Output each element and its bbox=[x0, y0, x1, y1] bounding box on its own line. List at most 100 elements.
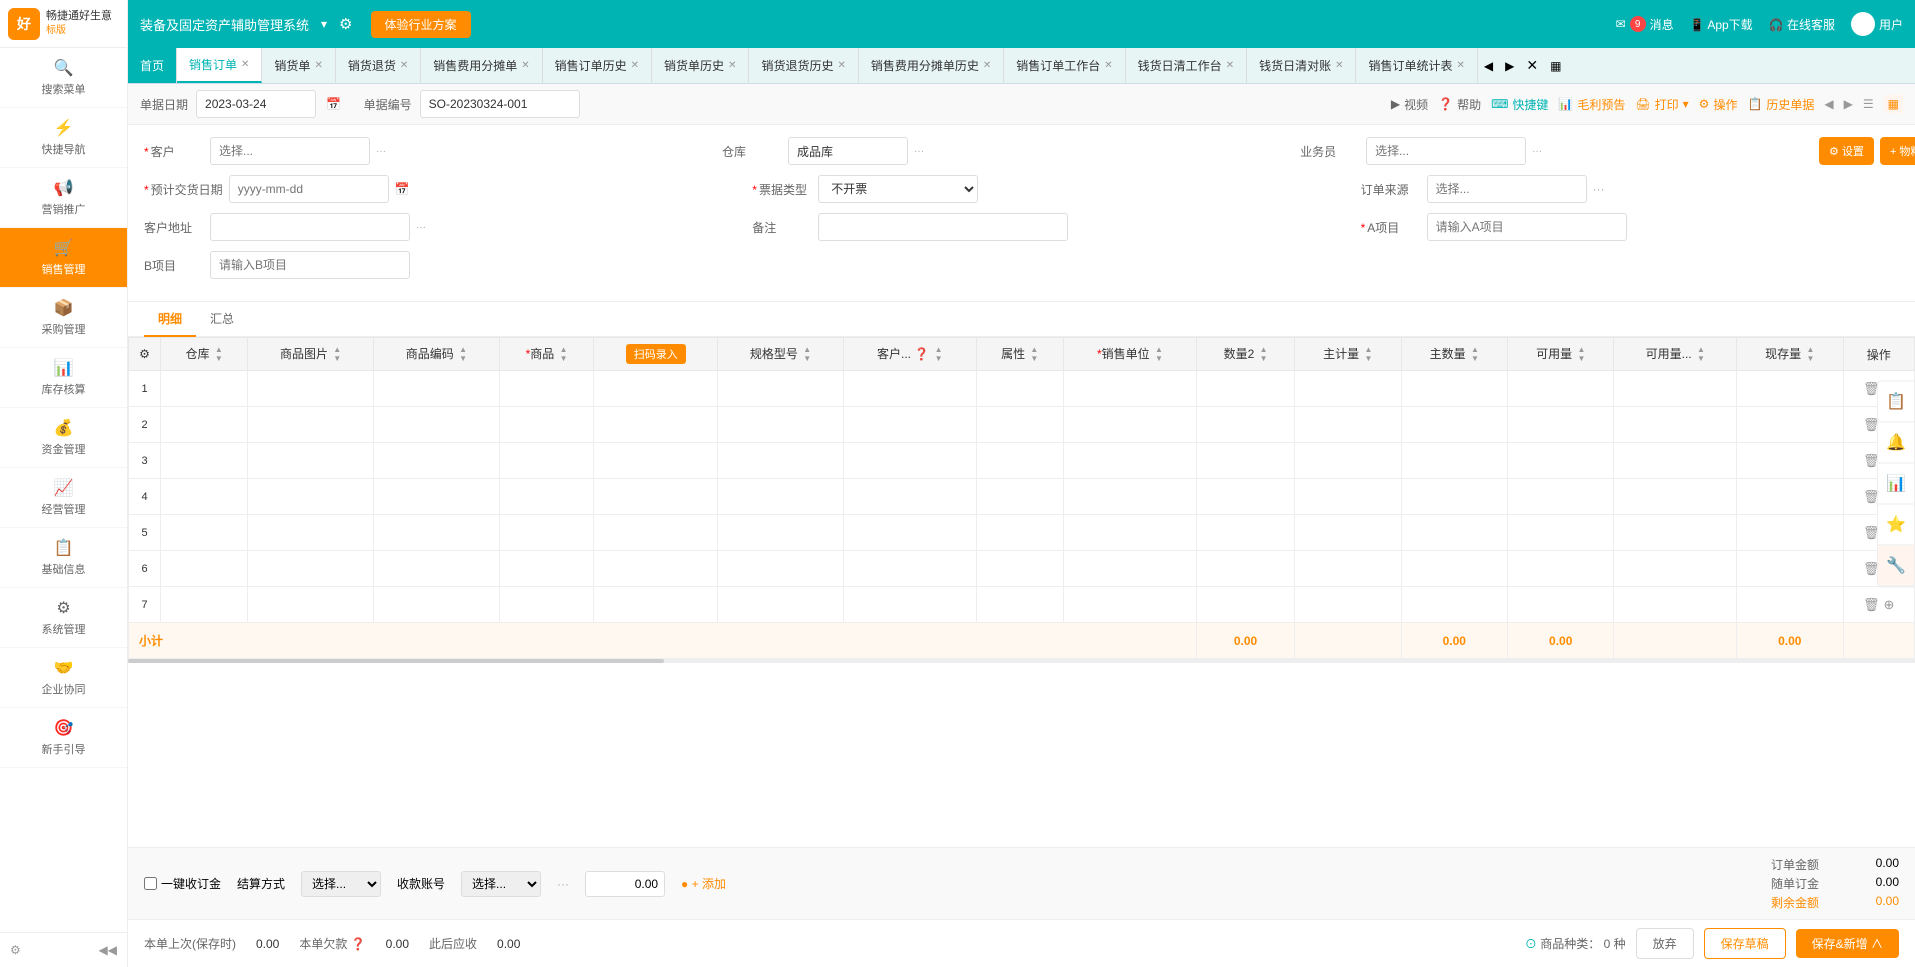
tab-sales-order[interactable]: 销售订单 ✕ bbox=[177, 48, 262, 83]
row-qty2-5[interactable] bbox=[1197, 515, 1295, 551]
side-icon-4[interactable]: ⭐ bbox=[1878, 504, 1914, 545]
row-product-code-5[interactable] bbox=[373, 515, 499, 551]
row-spec-3[interactable] bbox=[718, 443, 844, 479]
delivery-calendar-icon[interactable]: 📅 bbox=[395, 182, 410, 196]
print-toolbar-item[interactable]: 🖨 打印 ▾ bbox=[1635, 96, 1688, 113]
tab-close-icon[interactable]: ✕ bbox=[1226, 60, 1234, 71]
staff-input[interactable] bbox=[1366, 137, 1526, 165]
row-main-qty-2[interactable] bbox=[1401, 407, 1507, 443]
row-warehouse-4[interactable] bbox=[161, 479, 248, 515]
add-row-btn[interactable]: ● + 添加 bbox=[681, 875, 726, 892]
row-main-qty-4[interactable] bbox=[1401, 479, 1507, 515]
row-main-qty-1[interactable] bbox=[1401, 371, 1507, 407]
col-warehouse[interactable]: 仓库 ▲▼ bbox=[161, 338, 248, 371]
help-toolbar-item[interactable]: ❓ 帮助 bbox=[1438, 96, 1481, 113]
row-warehouse-1[interactable] bbox=[161, 371, 248, 407]
row-product-2[interactable] bbox=[499, 407, 594, 443]
app-download-btn[interactable]: 📱 App下载 bbox=[1690, 16, 1753, 33]
account-dots[interactable]: ··· bbox=[557, 877, 569, 891]
col-product[interactable]: *商品 ▲▼ bbox=[499, 338, 594, 371]
col-main-unit[interactable]: 主计量 ▲▼ bbox=[1295, 338, 1401, 371]
sidebar-item-collab[interactable]: 🤝 企业协同 bbox=[0, 648, 127, 708]
row-product-code-4[interactable] bbox=[373, 479, 499, 515]
tab-sales-fee-split[interactable]: 销售费用分摊单 ✕ bbox=[421, 48, 542, 83]
col-customer-code[interactable]: 客户... ❓ ▲▼ bbox=[843, 338, 976, 371]
b-project-input[interactable] bbox=[210, 251, 410, 279]
date-input[interactable] bbox=[196, 90, 316, 118]
row-customer-code-3[interactable] bbox=[843, 443, 976, 479]
address-input[interactable] bbox=[210, 213, 410, 241]
sidebar-item-inventory[interactable]: 📊 库存核算 bbox=[0, 348, 127, 408]
sidebar-item-marketing[interactable]: 📢 营销推广 bbox=[0, 168, 127, 228]
row-warehouse-3[interactable] bbox=[161, 443, 248, 479]
nav-next-icon[interactable]: ▶ bbox=[1844, 97, 1853, 111]
doc-no-input[interactable] bbox=[420, 90, 580, 118]
row-main-qty-6[interactable] bbox=[1401, 551, 1507, 587]
scan-btn[interactable]: 扫码录入 bbox=[626, 344, 686, 364]
tab-close-icon[interactable]: ✕ bbox=[1335, 60, 1343, 71]
user-avatar[interactable]: 用户 bbox=[1851, 12, 1903, 36]
col-available2[interactable]: 可用量... ▲▼ bbox=[1614, 338, 1737, 371]
sidebar-item-purchase[interactable]: 📦 采购管理 bbox=[0, 288, 127, 348]
col-product-code[interactable]: 商品编码 ▲▼ bbox=[373, 338, 499, 371]
row-main-qty-5[interactable] bbox=[1401, 515, 1507, 551]
row-product-1[interactable] bbox=[499, 371, 594, 407]
message-btn[interactable]: ✉ 9 消息 bbox=[1616, 16, 1674, 33]
tab-close-icon[interactable]: ✕ bbox=[241, 59, 249, 70]
tab-sales-workbench[interactable]: 销售订单工作台 ✕ bbox=[1004, 48, 1125, 83]
tab-close-icon[interactable]: ✕ bbox=[400, 60, 408, 71]
sidebar-item-search[interactable]: 🔍 搜索菜单 bbox=[0, 48, 127, 108]
row-product-code-3[interactable] bbox=[373, 443, 499, 479]
row-product-code-1[interactable] bbox=[373, 371, 499, 407]
add-material-button[interactable]: + 物料 bbox=[1880, 137, 1915, 165]
row-product-4[interactable] bbox=[499, 479, 594, 515]
tab-summary[interactable]: 汇总 bbox=[196, 302, 248, 337]
quick-checkout-checkbox[interactable] bbox=[144, 877, 157, 890]
row-sales-unit-7[interactable] bbox=[1063, 587, 1196, 623]
side-icon-1[interactable]: 📋 bbox=[1878, 381, 1914, 422]
amount-input[interactable] bbox=[585, 871, 665, 897]
row-sales-unit-2[interactable] bbox=[1063, 407, 1196, 443]
a-project-input[interactable] bbox=[1427, 213, 1627, 241]
industry-plan-button[interactable]: 体验行业方案 bbox=[371, 11, 471, 38]
row-delete-7[interactable]: 🗑 bbox=[1863, 597, 1880, 613]
settings-icon[interactable]: ⚙ bbox=[10, 943, 21, 957]
row-warehouse-2[interactable] bbox=[161, 407, 248, 443]
sidebar-item-sales[interactable]: 🛒 销售管理 bbox=[0, 228, 127, 288]
col-sales-unit[interactable]: *销售单位 ▲▼ bbox=[1063, 338, 1196, 371]
tab-detail[interactable]: 明细 bbox=[144, 302, 196, 337]
tab-close-icon[interactable]: ✕ bbox=[983, 60, 991, 71]
save-new-button[interactable]: 保存&新增 ∧ bbox=[1796, 929, 1899, 958]
collapse-icon[interactable]: ◀◀ bbox=[99, 943, 117, 957]
order-source-input[interactable] bbox=[1427, 175, 1587, 203]
row-customer-code-5[interactable] bbox=[843, 515, 976, 551]
discard-button[interactable]: 放弃 bbox=[1636, 928, 1694, 959]
col-product-img[interactable]: 商品图片 ▲▼ bbox=[248, 338, 374, 371]
row-customer-code-2[interactable] bbox=[843, 407, 976, 443]
row-attribute-2[interactable] bbox=[976, 407, 1063, 443]
invoice-select[interactable]: 不开票 增值税普通发票 增值税专用发票 bbox=[818, 175, 978, 203]
col-available[interactable]: 可用量 ▲▼ bbox=[1507, 338, 1613, 371]
tab-close-icon[interactable]: ✕ bbox=[521, 60, 529, 71]
tab-fee-split-history[interactable]: 销售费用分摊单历史 ✕ bbox=[859, 48, 1004, 83]
row-spec-1[interactable] bbox=[718, 371, 844, 407]
list-view-icon[interactable]: ☰ bbox=[1863, 97, 1874, 111]
sidebar-item-quicknav[interactable]: ⚡ 快捷导航 bbox=[0, 108, 127, 168]
row-attribute-4[interactable] bbox=[976, 479, 1063, 515]
side-icon-3[interactable]: 📊 bbox=[1878, 463, 1914, 504]
row-main-qty-7[interactable] bbox=[1401, 587, 1507, 623]
row-main-qty-3[interactable] bbox=[1401, 443, 1507, 479]
row-qty2-3[interactable] bbox=[1197, 443, 1295, 479]
row-sales-unit-3[interactable] bbox=[1063, 443, 1196, 479]
address-dots[interactable]: ··· bbox=[416, 222, 426, 233]
col-qty2[interactable]: 数量2 ▲▼ bbox=[1197, 338, 1295, 371]
row-customer-code-4[interactable] bbox=[843, 479, 976, 515]
profit-toolbar-item[interactable]: 📊 毛利预告 bbox=[1558, 96, 1625, 113]
col-current[interactable]: 现存量 ▲▼ bbox=[1737, 338, 1843, 371]
sidebar-item-operations[interactable]: 📈 经营管理 bbox=[0, 468, 127, 528]
tab-return-history[interactable]: 销货退货历史 ✕ bbox=[749, 48, 858, 83]
row-spec-7[interactable] bbox=[718, 587, 844, 623]
row-attribute-1[interactable] bbox=[976, 371, 1063, 407]
customer-input[interactable] bbox=[210, 137, 370, 165]
row-warehouse-6[interactable] bbox=[161, 551, 248, 587]
